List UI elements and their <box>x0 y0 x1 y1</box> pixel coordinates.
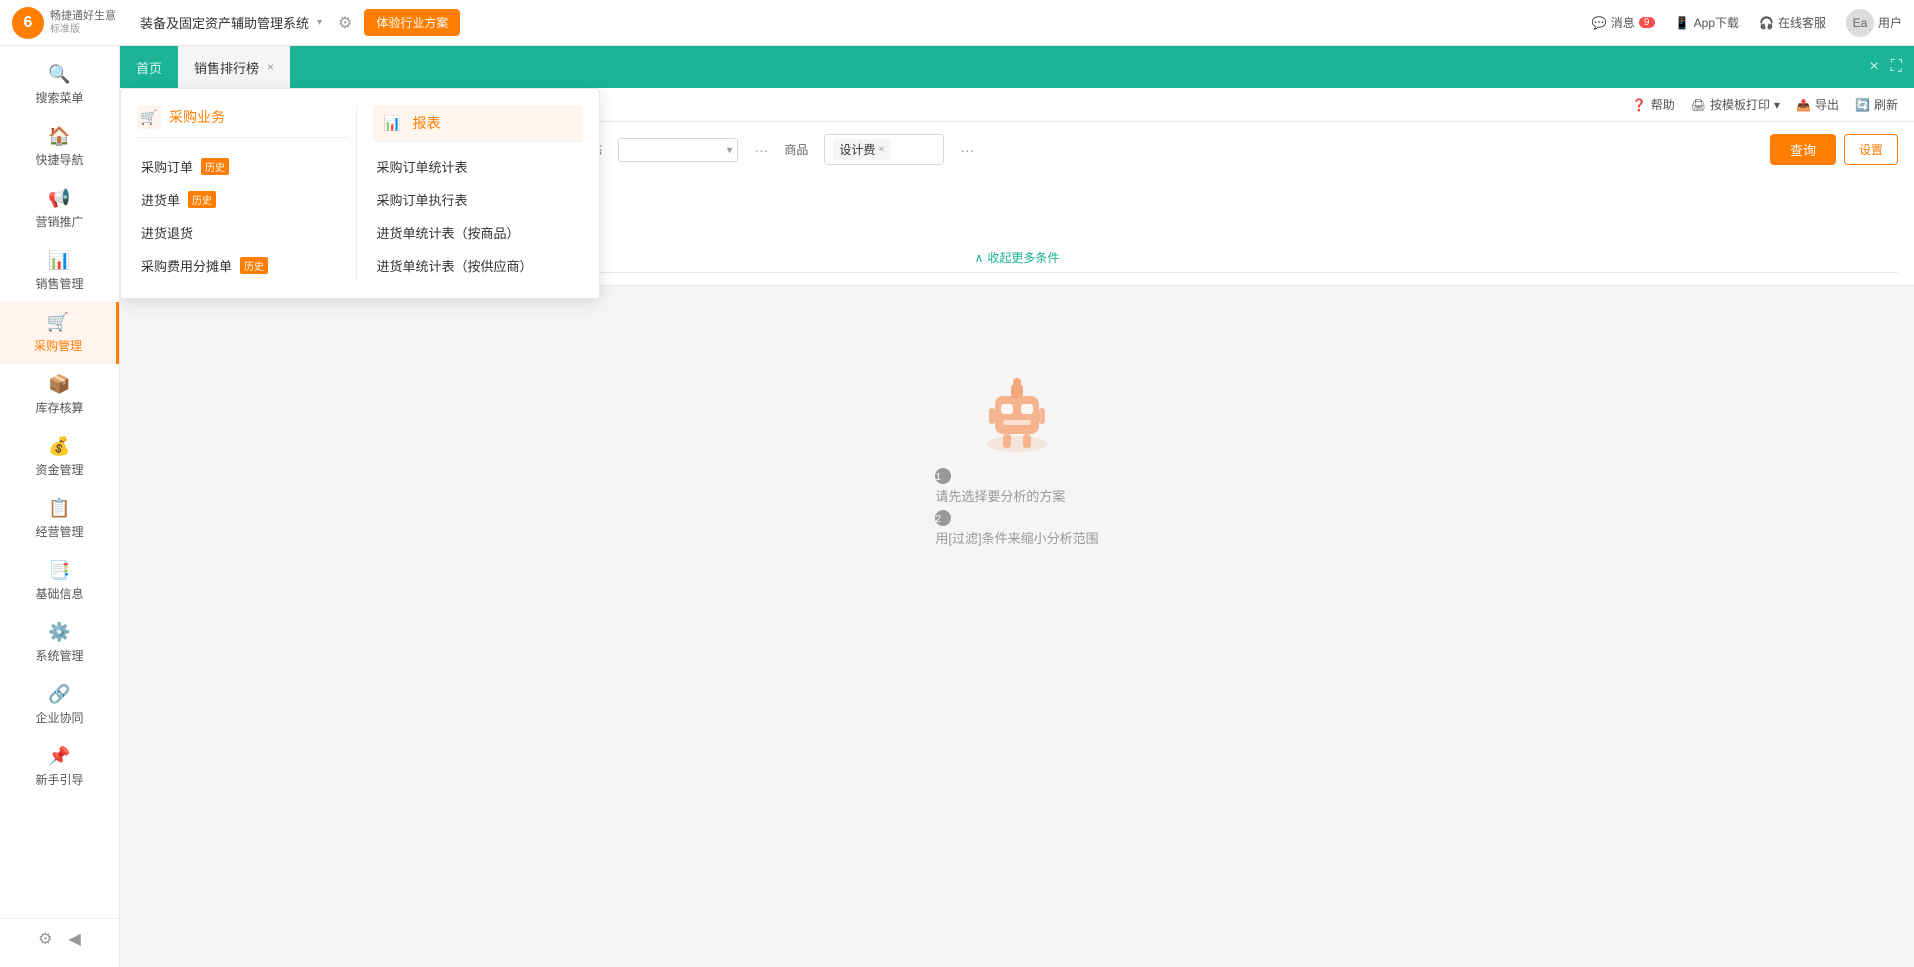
sidebar-item-marketing[interactable]: 📢 营销推广 <box>0 178 119 240</box>
message-icon: 💬 <box>1592 16 1607 30</box>
refresh-icon: 🔄 <box>1855 98 1870 112</box>
doc-status-select[interactable] <box>618 138 738 162</box>
tab-close-icon[interactable]: × <box>267 60 274 74</box>
online-service-btn[interactable]: 🎧 在线客服 <box>1759 14 1826 31</box>
goods-label: 商品 <box>784 141 808 158</box>
sidebar-item-sales[interactable]: 📊 销售管理 <box>0 240 119 302</box>
enterprise-icon: 🔗 <box>48 684 70 705</box>
dropdown-item-return[interactable]: 进货退货 <box>137 216 348 249</box>
help-icon: ❓ <box>1632 98 1647 112</box>
header-right: 💬 消息 9 📱 App下载 🎧 在线客服 Ea 用户 <box>1592 9 1902 37</box>
headset-icon: 🎧 <box>1759 16 1774 30</box>
goods-tag-input[interactable]: 设计费 × <box>824 134 944 165</box>
collapse-icon: ∧ <box>975 251 984 265</box>
export-btn[interactable]: 📤 导出 <box>1796 96 1839 113</box>
logo-icon: 6 <box>12 7 44 39</box>
sidebar-item-quicknav[interactable]: 🏠 快捷导航 <box>0 116 119 178</box>
empty-robot-img <box>967 366 1067 456</box>
operations-icon: 📋 <box>48 498 70 519</box>
tab-sales-ranking[interactable]: 销售排行榜 × <box>178 46 290 88</box>
sales-icon: 📊 <box>48 250 70 271</box>
sidebar-item-system[interactable]: ⚙️ 系统管理 <box>0 612 119 674</box>
purchase-icon: 🛒 <box>47 312 69 333</box>
filter-actions: 查询 设置 <box>1770 134 1898 165</box>
message-btn[interactable]: 💬 消息 9 <box>1592 14 1655 31</box>
finance-icon: 💰 <box>48 436 70 457</box>
logo-area: 6 畅捷通好生意 标准版 <box>12 7 132 39</box>
doc-status-select-wrapper <box>618 138 738 162</box>
print-btn[interactable]: 🖨 按模板打印 ▾ <box>1691 96 1780 113</box>
marketing-icon: 📢 <box>48 188 70 209</box>
print-icon: 🖨 <box>1691 98 1706 112</box>
dropdown-item-incoming-stats-goods[interactable]: 进货单统计表（按商品） <box>373 216 584 249</box>
tab-close-window-icon[interactable]: × <box>1869 58 1878 76</box>
query-btn[interactable]: 查询 <box>1770 134 1836 165</box>
home-icon: 🏠 <box>48 126 70 147</box>
search-icon: 🔍 <box>48 64 70 85</box>
sidebar: 🔍 搜索菜单 🏠 快捷导航 📢 营销推广 📊 销售管理 🛒 采购管理 📦 库存核… <box>0 46 120 967</box>
print-dropdown-icon[interactable]: ▾ <box>1774 98 1780 112</box>
purchase-dropdown-menu: 🛒 采购业务 采购订单 历史 进货单 历史 进货退货 <box>120 88 600 299</box>
tab-bar: 首页 销售排行榜 × 🛒 采购业务 采购订单 历史 <box>120 46 1914 88</box>
purchase-col-title: 🛒 采购业务 <box>137 105 348 138</box>
dropdown-item-incoming-stats-supplier[interactable]: 进货单统计表（按供应商） <box>373 249 584 282</box>
system-settings-icon[interactable]: ⚙ <box>338 13 352 33</box>
goods-tag: 设计费 × <box>833 139 890 160</box>
export-icon: 📤 <box>1796 98 1811 112</box>
app-download-btn[interactable]: 📱 App下载 <box>1675 14 1739 31</box>
system-title-area: 装备及固定资产辅助管理系统 ▾ ⚙ <box>140 13 352 33</box>
main-content: 首页 销售排行榜 × 🛒 采购业务 采购订单 历史 <box>120 46 1914 967</box>
sidebar-item-inventory[interactable]: 📦 库存核算 <box>0 364 119 426</box>
main-layout: 🔍 搜索菜单 🏠 快捷导航 📢 营销推广 📊 销售管理 🛒 采购管理 📦 库存核… <box>0 46 1914 967</box>
sidebar-item-purchase[interactable]: 🛒 采购管理 <box>0 302 119 364</box>
sidebar-bottom: ⚙ ◀ <box>0 918 119 959</box>
report-col: 📊 报表 采购订单统计表 采购订单执行表 进货单统计表（按商品） 进货单统计表（… <box>356 105 584 282</box>
inventory-icon: 📦 <box>48 374 70 395</box>
sidebar-settings-icon[interactable]: ⚙ <box>38 929 52 949</box>
logo-text: 畅捷通好生意 标准版 <box>50 9 116 36</box>
tab-home[interactable]: 首页 <box>120 46 178 88</box>
toolbar-right: ❓ 帮助 🖨 按模板打印 ▾ 📤 导出 🔄 刷新 <box>1632 96 1898 113</box>
system-dropdown-arrow[interactable]: ▾ <box>317 17 322 28</box>
dropdown-item-cost-split[interactable]: 采购费用分摊单 历史 <box>137 249 348 282</box>
tab-expand-icon[interactable]: ⛶ <box>1891 58 1902 76</box>
tab-right-icons: × ⛶ <box>1869 58 1914 76</box>
dropdown-item-order-stats[interactable]: 采购订单统计表 <box>373 150 584 183</box>
purchase-col: 🛒 采购业务 采购订单 历史 进货单 历史 进货退货 <box>137 105 348 282</box>
help-btn[interactable]: ❓ 帮助 <box>1632 96 1675 113</box>
basicinfo-icon: 📑 <box>48 560 70 581</box>
dropdown-item-purchase-order[interactable]: 采购订单 历史 <box>137 150 348 183</box>
report-col-title: 📊 报表 <box>373 105 584 142</box>
newbie-icon: 📌 <box>48 746 70 767</box>
goods-ellipsis: ··· <box>960 142 974 158</box>
report-col-icon: 📊 <box>381 111 405 135</box>
purchase-col-icon: 🛒 <box>137 105 161 129</box>
refresh-btn[interactable]: 🔄 刷新 <box>1855 96 1898 113</box>
dropdown-item-incoming[interactable]: 进货单 历史 <box>137 183 348 216</box>
sidebar-item-search[interactable]: 🔍 搜索菜单 <box>0 54 119 116</box>
empty-tips: 1 请先选择要分析的方案 2 用[过滤]条件来缩小分析范围 <box>935 468 1098 552</box>
system-icon: ⚙️ <box>48 622 70 643</box>
phone-icon: 📱 <box>1675 16 1690 30</box>
sidebar-item-finance[interactable]: 💰 资金管理 <box>0 426 119 488</box>
industry-btn[interactable]: 体验行业方案 <box>364 9 460 36</box>
sidebar-item-basicinfo[interactable]: 📑 基础信息 <box>0 550 119 612</box>
top-header: 6 畅捷通好生意 标准版 装备及固定资产辅助管理系统 ▾ ⚙ 体验行业方案 💬 … <box>0 0 1914 46</box>
system-title: 装备及固定资产辅助管理系统 <box>140 13 309 32</box>
sidebar-collapse-icon[interactable]: ◀ <box>69 929 81 949</box>
avatar: Ea <box>1846 9 1874 37</box>
empty-state: 1 请先选择要分析的方案 2 用[过滤]条件来缩小分析范围 <box>120 286 1914 632</box>
goods-tag-remove[interactable]: × <box>878 144 884 155</box>
doc-status-ellipsis: ··· <box>754 142 768 158</box>
settings-btn[interactable]: 设置 <box>1844 134 1898 165</box>
sidebar-item-newbie[interactable]: 📌 新手引导 <box>0 736 119 798</box>
dropdown-item-order-exec[interactable]: 采购订单执行表 <box>373 183 584 216</box>
user-btn[interactable]: Ea 用户 <box>1846 9 1902 37</box>
sidebar-item-enterprise[interactable]: 🔗 企业协同 <box>0 674 119 736</box>
sidebar-item-operations[interactable]: 📋 经营管理 <box>0 488 119 550</box>
